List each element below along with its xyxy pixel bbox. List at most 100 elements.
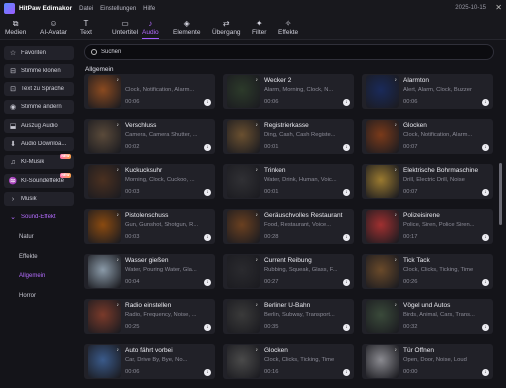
sound-card[interactable]: ♪ Alarmton Alert, Alarm, Clock, Buzzer 00:0… — [362, 74, 493, 109]
sidebar-item-musik[interactable]: › Musik — [4, 192, 74, 206]
subitem-horror[interactable]: Horror — [19, 293, 36, 299]
download-icon[interactable]: ↓ — [482, 99, 489, 106]
download-icon[interactable]: ↓ — [343, 234, 350, 241]
sidebar-item-auszug-audio[interactable]: ⬓ Auszug Audio — [4, 119, 74, 133]
sound-thumbnail[interactable]: ♪ — [366, 300, 399, 333]
sound-card[interactable]: ♪ Elektrische Bohrmaschine Drill, Electric… — [362, 164, 493, 199]
sound-card[interactable]: ♪ Tür Öffnen Open, Door, Noise, Loud 00:00 ↓ — [362, 344, 493, 379]
download-icon[interactable]: ↓ — [343, 369, 350, 376]
download-icon[interactable]: ↓ — [204, 189, 211, 196]
menu-file[interactable]: Datei — [79, 6, 93, 12]
sound-duration: 00:16 — [264, 369, 279, 375]
download-icon[interactable]: ↓ — [343, 324, 350, 331]
sidebar-item-audio-downloa-[interactable]: ⬇ Audio Downloa... — [4, 137, 74, 151]
sound-card[interactable]: ♪ Auto fährt vorbei Car, Drive By, Bye, No… — [84, 344, 215, 379]
sound-card[interactable]: ♪ Verschluss Camera, Camera Shutter, ... 00… — [84, 119, 215, 154]
sound-thumbnail[interactable]: ♪ — [88, 165, 121, 198]
download-icon[interactable]: ↓ — [343, 99, 350, 106]
sound-thumbnail[interactable]: ♪ — [366, 345, 399, 378]
sidebar-item-stimme-ndern[interactable]: ◉ Stimme ändern — [4, 100, 74, 114]
download-icon[interactable]: ↓ — [204, 324, 211, 331]
download-icon[interactable]: ↓ — [204, 369, 211, 376]
sound-card[interactable]: ♪ Glocken Clock, Clicks, Ticking, Time 00:1… — [223, 344, 354, 379]
download-icon[interactable]: ↓ — [204, 279, 211, 286]
sound-thumbnail[interactable]: ♪ — [366, 75, 399, 108]
sound-card[interactable]: ♪ Tick Tack Clock, Clicks, Ticking, Time 00… — [362, 254, 493, 289]
sidebar-item-ki-musik[interactable]: ♫ KI-Musik NEW — [4, 154, 74, 169]
tab-medien[interactable]: ⧉ Medien — [5, 18, 26, 36]
download-icon[interactable]: ↓ — [204, 99, 211, 106]
sound-thumbnail[interactable]: ♪ — [88, 120, 121, 153]
search-bar[interactable] — [84, 44, 494, 60]
tab-übergang[interactable]: ⇄ Übergang — [212, 18, 241, 36]
sound-tags: Drill, Electric Drill, Noise — [403, 177, 465, 183]
sound-thumbnail[interactable]: ♪ — [88, 345, 121, 378]
tab-text[interactable]: T Text — [80, 18, 92, 36]
download-icon[interactable]: ↓ — [482, 234, 489, 241]
sound-thumbnail[interactable]: ♪ — [366, 120, 399, 153]
menu-settings[interactable]: Einstellungen — [100, 6, 136, 12]
download-icon[interactable]: ↓ — [204, 144, 211, 151]
sound-card[interactable]: ♪ Radio einstellen Radio, Frequency, Noise… — [84, 299, 215, 334]
sound-thumbnail[interactable]: ♪ — [366, 210, 399, 243]
sidebar-item-favoriten[interactable]: ☆ Favoriten — [4, 46, 74, 60]
tab-elemente[interactable]: ◈ Elemente — [173, 18, 200, 36]
sound-card[interactable]: ♪ Wasser gießen Water, Pouring Water, Gla.… — [84, 254, 215, 289]
tab-aiavatar[interactable]: ☺ AI-Avatar — [40, 18, 67, 36]
download-icon[interactable]: ↓ — [482, 324, 489, 331]
sound-name: Pistolenschuss — [125, 212, 169, 219]
sidebar-item-sound-effekt[interactable]: ⌄ Sound-Effekt — [4, 210, 74, 224]
download-icon[interactable]: ↓ — [343, 144, 350, 151]
sound-card[interactable]: ♪ Pistolenschuss Gun, Gunshot, Shotgun, R.… — [84, 209, 215, 244]
download-icon[interactable]: ↓ — [482, 144, 489, 151]
sound-thumbnail[interactable]: ♪ — [88, 300, 121, 333]
sidebar-item-text-zu-sprache[interactable]: ⊡ Text zu Sprache — [4, 82, 74, 96]
sound-card[interactable]: ♪ Kuckucksuhr Morning, Clock, Cuckoo, ... 0… — [84, 164, 215, 199]
sound-card[interactable]: ♪ Polizeisirene Police, Siren, Police Sire… — [362, 209, 493, 244]
subitem-allgemein[interactable]: Allgemein — [19, 273, 45, 279]
sound-thumbnail[interactable]: ♪ — [88, 210, 121, 243]
scrollbar[interactable] — [499, 163, 502, 225]
tab-audio[interactable]: ♪ Audio — [142, 18, 159, 39]
sound-thumbnail[interactable]: ♪ — [227, 210, 260, 243]
sound-name: Alarmton — [403, 77, 430, 84]
sound-card[interactable]: ♪ Clock, Notification, Alarm... 00:06 ↓ — [84, 74, 215, 109]
sound-thumbnail[interactable]: ♪ — [366, 165, 399, 198]
sound-card[interactable]: ♪ Wecker 2 Alarm, Morning, Clock, N... 00:0… — [223, 74, 354, 109]
sound-thumbnail[interactable]: ♪ — [227, 255, 260, 288]
sound-duration: 00:26 — [403, 279, 418, 285]
sound-card[interactable]: ♪ Vögel und Autos Birds, Animal, Cars, Tra… — [362, 299, 493, 334]
download-icon[interactable]: ↓ — [482, 279, 489, 286]
download-icon[interactable]: ↓ — [204, 234, 211, 241]
download-icon[interactable]: ↓ — [343, 189, 350, 196]
menu-help[interactable]: Hilfe — [143, 6, 155, 12]
sound-thumbnail[interactable]: ♪ — [366, 255, 399, 288]
sidebar-item-stimme-klonen[interactable]: ⊟ Stimme klonen — [4, 64, 74, 78]
search-input[interactable] — [101, 49, 481, 55]
sound-card[interactable]: ♪ Current Reibung Rubbing, Squeak, Glass, … — [223, 254, 354, 289]
sound-card[interactable]: ♪ Berliner U-Bahn Berlin, Subway, Transpor… — [223, 299, 354, 334]
sound-duration: 00:06 — [264, 99, 279, 105]
sound-card[interactable]: ♪ Geräuschvolles Restaurant Food, Restaura… — [223, 209, 354, 244]
tab-untertitel[interactable]: ▭ Untertitel — [112, 18, 138, 36]
sidebar-item-ki-soundeffekte[interactable]: ♒ KI-Soundeffekte NEW — [4, 173, 74, 188]
subitem-effekte[interactable]: Effekte — [19, 254, 38, 260]
download-icon[interactable]: ↓ — [482, 369, 489, 376]
subitem-natur[interactable]: Natur — [19, 234, 34, 240]
sound-card[interactable]: ♪ Registrierkasse Ding, Cash, Cash Registe… — [223, 119, 354, 154]
sound-thumbnail[interactable]: ♪ — [227, 75, 260, 108]
sound-card[interactable]: ♪ Trinken Water, Drink, Human, Voic... 00:0… — [223, 164, 354, 199]
tab-filter[interactable]: ✦ Filter — [252, 18, 266, 36]
sound-thumbnail[interactable]: ♪ — [227, 345, 260, 378]
sound-name: Polizeisirene — [403, 212, 440, 219]
sound-thumbnail[interactable]: ♪ — [88, 75, 121, 108]
tab-effekte[interactable]: ✧ Effekte — [278, 18, 298, 36]
close-icon[interactable]: ✕ — [495, 3, 502, 12]
sound-thumbnail[interactable]: ♪ — [227, 300, 260, 333]
sound-thumbnail[interactable]: ♪ — [227, 120, 260, 153]
sound-thumbnail[interactable]: ♪ — [88, 255, 121, 288]
download-icon[interactable]: ↓ — [482, 189, 489, 196]
sound-card[interactable]: ♪ Glocken Clock, Notification, Alarm... 00:… — [362, 119, 493, 154]
sound-thumbnail[interactable]: ♪ — [227, 165, 260, 198]
download-icon[interactable]: ↓ — [343, 279, 350, 286]
